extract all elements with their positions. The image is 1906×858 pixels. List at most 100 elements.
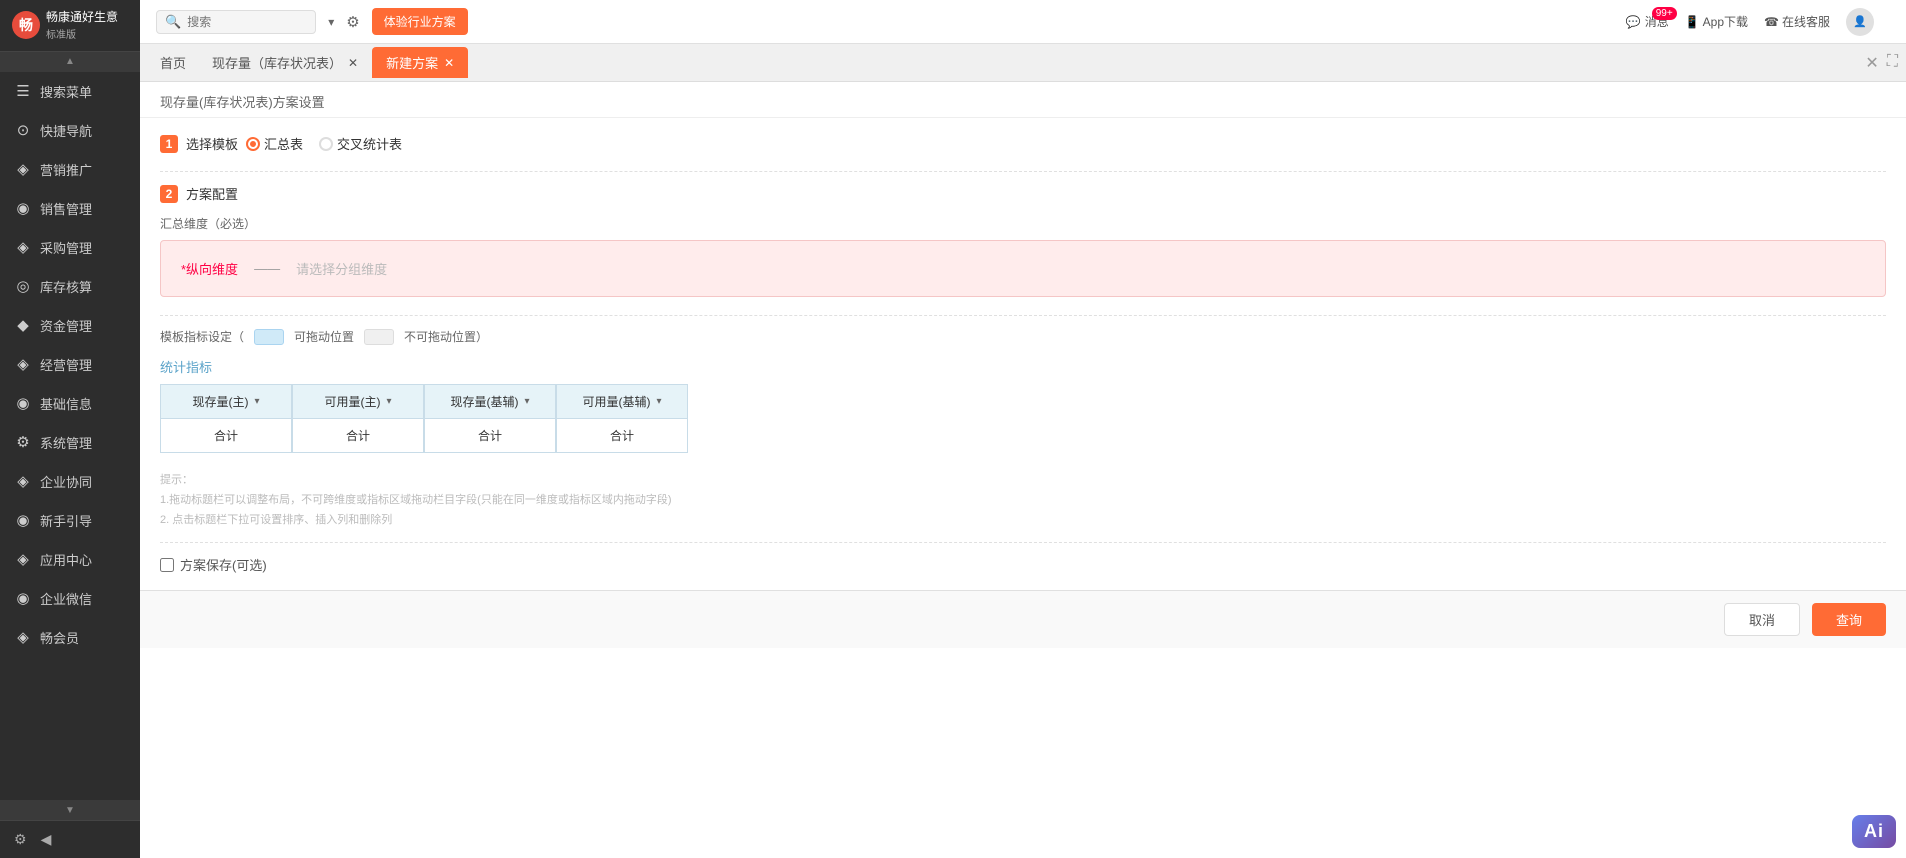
- sidebar-footer: ⚙ ◀: [0, 820, 140, 858]
- section1-title: 选择模板: [186, 134, 238, 153]
- stat-col-0-header[interactable]: 现存量(主) ▾: [161, 385, 291, 419]
- dimension-placeholder: 请选择分组维度: [296, 259, 387, 278]
- sidebar-item-enterprise[interactable]: ◈ 企业协同: [0, 462, 140, 501]
- online-service-button[interactable]: ☎ 在线客服: [1764, 13, 1830, 30]
- tip-2: 2. 点击标题栏下拉可设置排序、插入列和删除列: [160, 511, 1886, 531]
- message-button[interactable]: 💬 消息 99+: [1626, 13, 1669, 30]
- dimension-label: 汇总维度（必选）: [160, 215, 1886, 232]
- movable-label: 可拖动位置: [294, 328, 354, 345]
- ai-badge[interactable]: Ai: [1852, 815, 1896, 848]
- topbar: 🔍 ▾ ⚙ 体验行业方案 💬 消息 99+ 📱 App下载 ☎ 在线客服 👤: [140, 0, 1906, 44]
- col-chevron-0[interactable]: ▾: [254, 396, 259, 407]
- topbar-right: 💬 消息 99+ 📱 App下载 ☎ 在线客服 👤: [1626, 8, 1890, 36]
- sidebar-item-label: 企业协同: [40, 472, 92, 491]
- search-menu-icon: ☰: [14, 82, 32, 100]
- content-header: 现存量(库存状况表)方案设置: [140, 82, 1906, 118]
- dimension-box[interactable]: *纵向维度 —— 请选择分组维度: [160, 240, 1886, 297]
- sidebar-logo: 畅 畅康通好生意 标准版: [0, 0, 140, 52]
- sidebar-item-label: 搜索菜单: [40, 82, 92, 101]
- collapse-sidebar-icon[interactable]: ◀: [41, 831, 52, 848]
- stat-col-0: 现存量(主) ▾ 合计: [160, 384, 292, 453]
- section-choose-template: 1 选择模板 汇总表 交叉统计表: [160, 134, 1886, 153]
- save-checkbox[interactable]: [160, 558, 174, 572]
- sidebar-item-operations[interactable]: ◈ 经营管理: [0, 345, 140, 384]
- stat-col-2-header[interactable]: 现存量(基辅) ▾: [425, 385, 555, 419]
- section2-num: 2: [160, 185, 178, 203]
- inventory-icon: ◎: [14, 277, 32, 295]
- sidebar-item-finance[interactable]: ◆ 资金管理: [0, 306, 140, 345]
- quicknav-icon: ⊙: [14, 121, 32, 139]
- sidebar-item-member[interactable]: ◈ 畅会员: [0, 618, 140, 657]
- user-avatar[interactable]: 👤: [1846, 8, 1874, 36]
- cancel-button[interactable]: 取消: [1724, 603, 1800, 636]
- trial-industry-button[interactable]: 体验行业方案: [372, 8, 468, 35]
- sidebar-item-appcenter[interactable]: ◈ 应用中心: [0, 540, 140, 579]
- radio-summary-dot: [246, 137, 260, 151]
- tip-header: 提示：: [160, 471, 1886, 491]
- stat-col-3-body: 合计: [557, 419, 687, 452]
- sidebar-item-label: 应用中心: [40, 550, 92, 569]
- stat-col-1-header[interactable]: 可用量(主) ▾: [293, 385, 423, 419]
- app-download-button[interactable]: 📱 App下载: [1685, 13, 1748, 30]
- tab-new-scheme[interactable]: 新建方案 ✕: [372, 47, 468, 78]
- sidebar-item-label: 基础信息: [40, 394, 92, 413]
- window-close-icon[interactable]: ✕: [1865, 53, 1878, 73]
- topbar-dropdown-icon[interactable]: ▾: [328, 15, 334, 29]
- sidebar-item-sales[interactable]: ◉ 销售管理: [0, 189, 140, 228]
- query-button[interactable]: 查询: [1812, 603, 1886, 636]
- sidebar-item-label: 经营管理: [40, 355, 92, 374]
- marketing-icon: ◈: [14, 160, 32, 178]
- radio-cross-table[interactable]: 交叉统计表: [319, 134, 402, 153]
- stat-col-2: 现存量(基辅) ▾ 合计: [424, 384, 556, 453]
- tab-close-icon[interactable]: ✕: [348, 56, 358, 70]
- operations-icon: ◈: [14, 355, 32, 373]
- sidebar-item-purchase[interactable]: ◈ 采购管理: [0, 228, 140, 267]
- section1-num: 1: [160, 135, 178, 153]
- stat-col-3-header[interactable]: 可用量(基辅) ▾: [557, 385, 687, 419]
- tab-inventory-status[interactable]: 现存量（库存状况表） ✕: [198, 47, 372, 78]
- tip-1: 1.拖动标题栏可以调整布局，不可跨维度或指标区域拖动栏目字段(只能在同一维度或指…: [160, 491, 1886, 511]
- sidebar-scroll-down[interactable]: ▼: [0, 800, 140, 820]
- sidebar-item-label: 畅会员: [40, 628, 79, 647]
- search-box[interactable]: 🔍: [156, 10, 316, 34]
- content-area: 现存量(库存状况表)方案设置 1 选择模板 汇总表 交叉统计表: [140, 82, 1906, 858]
- stat-col-0-body: 合计: [161, 419, 291, 452]
- purchase-icon: ◈: [14, 238, 32, 256]
- sidebar-item-inventory[interactable]: ◎ 库存核算: [0, 267, 140, 306]
- save-option-row: 方案保存(可选): [160, 555, 1886, 574]
- tab-home[interactable]: 首页: [148, 47, 198, 78]
- radio-summary-table[interactable]: 汇总表: [246, 134, 303, 153]
- search-icon: 🔍: [165, 14, 181, 30]
- col-chevron-3[interactable]: ▾: [656, 396, 661, 407]
- stat-col-2-body: 合计: [425, 419, 555, 452]
- stat-table-header-row: 现存量(主) ▾ 合计 可用量(主) ▾ 合计: [160, 384, 688, 453]
- sidebar-item-basic-info[interactable]: ◉ 基础信息: [0, 384, 140, 423]
- sidebar-item-guide[interactable]: ◉ 新手引导: [0, 501, 140, 540]
- enterprise-icon: ◈: [14, 472, 32, 490]
- divider3: [160, 542, 1886, 543]
- fixed-label: 不可拖动位置）: [404, 328, 488, 345]
- search-input[interactable]: [187, 15, 307, 29]
- sidebar-item-search[interactable]: ☰ 搜索菜单: [0, 72, 140, 111]
- sidebar-item-system[interactable]: ⚙ 系统管理: [0, 423, 140, 462]
- main-panel: 1 选择模板 汇总表 交叉统计表: [140, 118, 1906, 590]
- topbar-gear-icon[interactable]: ⚙: [346, 13, 359, 31]
- sidebar-item-marketing[interactable]: ◈ 营销推广: [0, 150, 140, 189]
- movable-indicator-box: [254, 329, 284, 345]
- col-chevron-2[interactable]: ▾: [524, 396, 529, 407]
- tips-section: 提示： 1.拖动标题栏可以调整布局，不可跨维度或指标区域拖动栏目字段(只能在同一…: [160, 471, 1886, 530]
- divider2: [160, 315, 1886, 316]
- sidebar: 畅 畅康通好生意 标准版 ▲ ☰ 搜索菜单 ⊙ 快捷导航 ◈ 营销推广 ◉ 销售…: [0, 0, 140, 858]
- settings-icon[interactable]: ⚙: [14, 831, 27, 848]
- sidebar-scroll-up[interactable]: ▲: [0, 52, 140, 72]
- sidebar-item-wechat[interactable]: ◉ 企业微信: [0, 579, 140, 618]
- stat-col-1-body: 合计: [293, 419, 423, 452]
- section-scheme-config: 2 方案配置 汇总维度（必选） *纵向维度 —— 请选择分组维度: [160, 184, 1886, 297]
- dimension-arrow: ——: [254, 261, 280, 276]
- tab-new-close-icon[interactable]: ✕: [444, 56, 454, 70]
- app-icon: 📱: [1685, 15, 1700, 29]
- main-area: 🔍 ▾ ⚙ 体验行业方案 💬 消息 99+ 📱 App下载 ☎ 在线客服 👤: [140, 0, 1906, 858]
- col-chevron-1[interactable]: ▾: [386, 396, 391, 407]
- window-expand-icon[interactable]: ⛶: [1887, 53, 1898, 73]
- sidebar-item-quicknav[interactable]: ⊙ 快捷导航: [0, 111, 140, 150]
